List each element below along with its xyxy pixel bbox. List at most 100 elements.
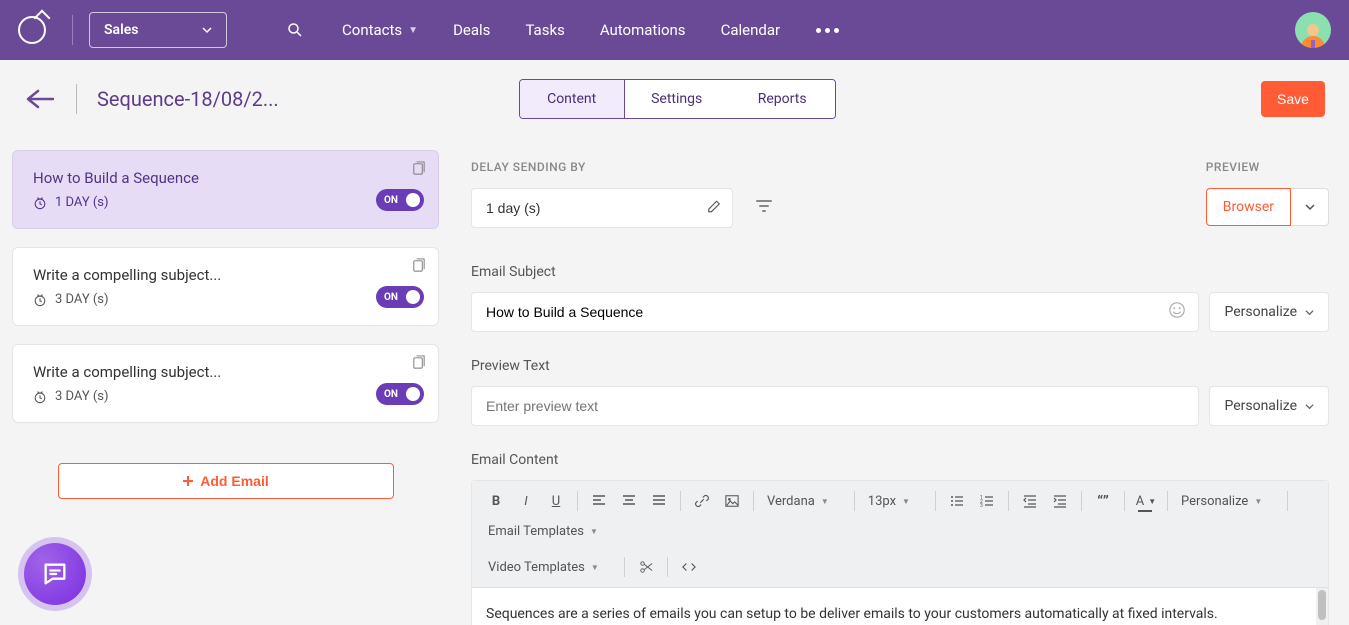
align-center-button[interactable] <box>615 487 643 515</box>
email-card[interactable]: Write a compelling subject... 3 DAY (s) … <box>12 247 439 326</box>
preview-label: PREVIEW <box>1206 160 1329 174</box>
nav-contacts[interactable]: Contacts ▼ <box>342 21 418 39</box>
chevron-down-icon <box>1305 308 1314 317</box>
personalize-label: Personalize <box>1224 398 1297 414</box>
preview-text-label: Preview Text <box>471 358 1329 374</box>
nav-tasks[interactable]: Tasks <box>525 21 564 39</box>
clock-icon <box>33 390 47 404</box>
bullet-list-button[interactable] <box>943 487 971 515</box>
preview-text-input-wrap[interactable] <box>471 386 1199 426</box>
emoji-picker-button[interactable] <box>1168 301 1186 323</box>
align-justify-button[interactable] <box>645 487 673 515</box>
save-button[interactable]: Save <box>1261 81 1325 117</box>
link-button[interactable] <box>688 487 716 515</box>
delay-field[interactable] <box>471 188 733 228</box>
subheader: Sequence-18/08/2... Content Settings Rep… <box>0 60 1349 138</box>
subject-block: Email Subject Personalize <box>471 264 1329 332</box>
edit-delay-button[interactable] <box>707 199 721 218</box>
indent-button[interactable] <box>1046 487 1074 515</box>
email-toggle[interactable]: ON <box>376 286 424 308</box>
quote-button[interactable]: “” <box>1089 487 1117 515</box>
bold-button[interactable]: B <box>482 487 510 515</box>
copy-button[interactable] <box>411 258 426 277</box>
clock-icon <box>33 196 47 210</box>
tab-content[interactable]: Content <box>520 80 625 118</box>
font-family-select[interactable]: Verdana▼ <box>761 487 847 515</box>
scrollbar-thumb[interactable] <box>1318 590 1326 620</box>
separator <box>854 491 855 511</box>
topbar: Sales Contacts ▼ Deals Tasks Automations… <box>0 0 1349 60</box>
preview-browser-button[interactable]: Browser <box>1206 188 1291 226</box>
align-left-button[interactable] <box>585 487 613 515</box>
personalize-preview-button[interactable]: Personalize <box>1209 386 1329 426</box>
nav-label: Deals <box>453 21 490 39</box>
text-color-button[interactable]: A▼ <box>1132 487 1160 515</box>
preview-text-input[interactable] <box>486 398 1158 414</box>
email-card-meta: 3 DAY (s) <box>33 292 418 307</box>
video-templates-label: Video Templates <box>488 560 585 575</box>
toolbar-personalize-select[interactable]: Personalize▼ <box>1175 487 1280 515</box>
sequence-title: Sequence-18/08/2... <box>97 87 279 111</box>
nav-overflow-button[interactable] <box>815 18 839 42</box>
editor-body[interactable]: Sequences are a series of emails you can… <box>472 588 1328 625</box>
italic-button[interactable]: I <box>512 487 540 515</box>
separator <box>753 491 754 511</box>
rich-text-editor: B I U Verdana▼ 13px▼ 123 <box>471 480 1329 625</box>
search-button[interactable] <box>283 18 307 42</box>
subject-input-wrap[interactable] <box>471 292 1199 332</box>
email-content-label: Email Content <box>471 452 1329 468</box>
delay-input[interactable] <box>471 188 733 228</box>
copy-button[interactable] <box>411 161 426 180</box>
number-list-button[interactable]: 123 <box>973 487 1001 515</box>
copy-button[interactable] <box>411 355 426 374</box>
content-panel: DELAY SENDING BY PREVIEW Brows <box>451 138 1349 625</box>
app-logo-icon[interactable] <box>18 16 46 44</box>
preview-group: PREVIEW Browser <box>1206 160 1329 226</box>
font-size-select[interactable]: 13px▼ <box>862 487 928 515</box>
module-selector[interactable]: Sales <box>89 12 227 48</box>
user-avatar[interactable] <box>1295 12 1331 48</box>
svg-text:3: 3 <box>980 503 983 508</box>
tab-reports[interactable]: Reports <box>730 80 835 118</box>
copy-icon <box>411 258 426 273</box>
email-card[interactable]: How to Build a Sequence 1 DAY (s) ON <box>12 150 439 229</box>
email-content-block: Email Content B I U Verdana▼ 13px▼ <box>471 452 1329 625</box>
search-icon <box>286 21 304 39</box>
video-templates-select[interactable]: Video Templates▼ <box>482 553 617 581</box>
copy-icon <box>411 355 426 370</box>
chat-fab[interactable] <box>24 543 86 605</box>
tab-settings[interactable]: Settings <box>625 80 730 118</box>
chevron-down-icon <box>202 25 212 35</box>
image-icon <box>725 494 739 508</box>
cut-button[interactable] <box>632 553 660 581</box>
email-toggle[interactable]: ON <box>376 189 424 211</box>
outdent-button[interactable] <box>1016 487 1044 515</box>
plus-icon <box>182 475 194 487</box>
number-list-icon: 123 <box>980 494 994 508</box>
personalize-subject-button[interactable]: Personalize <box>1209 292 1329 332</box>
add-email-button[interactable]: Add Email <box>58 463 394 499</box>
code-button[interactable] <box>675 553 703 581</box>
preview-dropdown-button[interactable] <box>1291 188 1329 226</box>
email-templates-select[interactable]: Email Templates▼ <box>482 517 616 545</box>
email-card[interactable]: Write a compelling subject... 3 DAY (s) … <box>12 344 439 423</box>
caret-down-icon: ▼ <box>821 497 829 506</box>
subject-input[interactable] <box>486 304 1158 320</box>
toolbar-personalize-label: Personalize <box>1181 494 1248 509</box>
underline-button[interactable]: U <box>542 487 570 515</box>
separator <box>680 491 681 511</box>
avatar-tie <box>1311 40 1315 48</box>
email-toggle[interactable]: ON <box>376 383 424 405</box>
toggle-knob <box>406 193 420 207</box>
nav-deals[interactable]: Deals <box>453 21 490 39</box>
nav-automations[interactable]: Automations <box>600 21 686 39</box>
clock-icon <box>33 293 47 307</box>
image-button[interactable] <box>718 487 746 515</box>
smile-icon <box>1168 301 1186 319</box>
divider <box>72 15 73 45</box>
link-icon <box>695 494 709 508</box>
filter-button[interactable] <box>755 197 773 219</box>
editor-scrollbar[interactable] <box>1316 588 1328 625</box>
back-button[interactable] <box>24 83 56 115</box>
nav-calendar[interactable]: Calendar <box>721 21 781 39</box>
